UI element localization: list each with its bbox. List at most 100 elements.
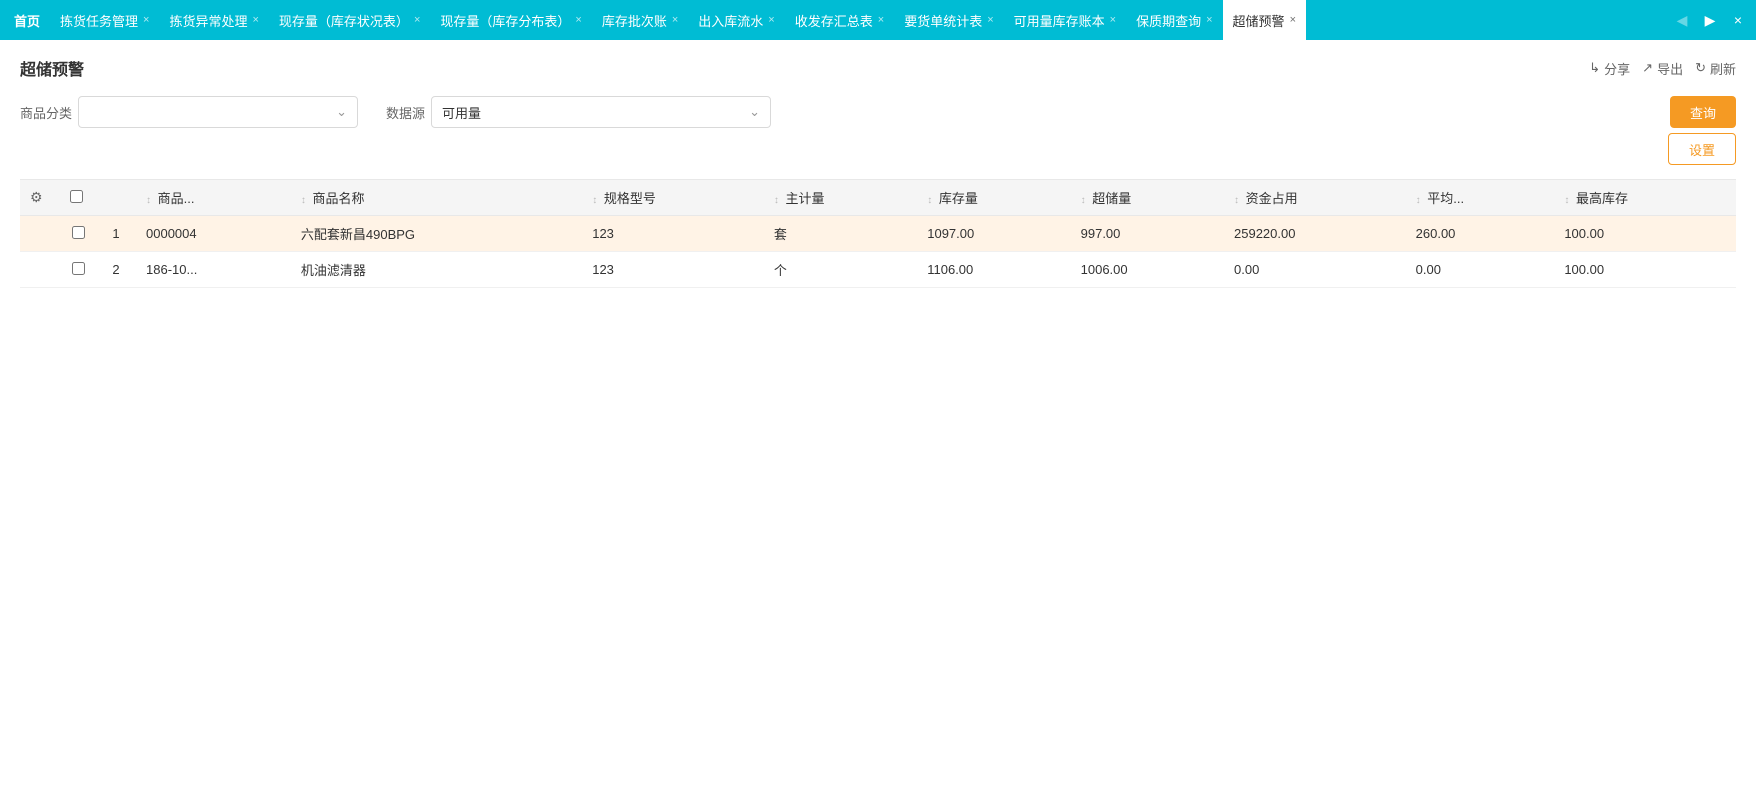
query-button[interactable]: 查询 bbox=[1670, 96, 1736, 128]
data-source-value: 可用量 bbox=[442, 103, 481, 122]
table-header-row: ⚙ ↕ 商品... ↕ 商品名称 ↕ 规格型号 bbox=[20, 180, 1736, 216]
chevron-down-icon: ⌄ bbox=[749, 104, 760, 120]
share-button[interactable]: ↳ 分享 bbox=[1589, 59, 1630, 78]
close-icon[interactable]: × bbox=[672, 14, 678, 26]
nav-tab-inventory-dist[interactable]: 现存量（库存分布表） × bbox=[430, 0, 591, 40]
export-icon: ↗ bbox=[1642, 60, 1653, 76]
export-button[interactable]: ↗ 导出 bbox=[1642, 59, 1683, 78]
row-spec: 123 bbox=[582, 216, 764, 252]
share-icon: ↳ bbox=[1589, 60, 1600, 76]
close-icon[interactable]: × bbox=[987, 14, 993, 26]
sort-icon: ↕ bbox=[146, 195, 151, 206]
row-max-inventory: 100.00 bbox=[1554, 216, 1736, 252]
sort-icon: ↕ bbox=[1416, 195, 1421, 206]
nav-next-button[interactable]: ▶ bbox=[1696, 0, 1724, 40]
nav-tab-available-account[interactable]: 可用量库存账本 × bbox=[1004, 0, 1126, 40]
col-overstock[interactable]: ↕ 超储量 bbox=[1071, 180, 1224, 216]
row-number: 1 bbox=[96, 216, 136, 252]
refresh-button[interactable]: ↻ 刷新 bbox=[1695, 59, 1736, 78]
table-row: 1 0000004 六配套新昌490BPG 123 套 1097.00 997.… bbox=[20, 216, 1736, 252]
select-all-checkbox[interactable] bbox=[70, 190, 83, 203]
sort-icon: ↕ bbox=[301, 195, 306, 206]
close-icon[interactable]: × bbox=[143, 14, 149, 26]
col-inventory[interactable]: ↕ 库存量 bbox=[917, 180, 1070, 216]
data-table: ⚙ ↕ 商品... ↕ 商品名称 ↕ 规格型号 bbox=[20, 179, 1736, 288]
col-capital-usage[interactable]: ↕ 资金占用 bbox=[1224, 180, 1406, 216]
row-checkbox[interactable] bbox=[72, 262, 85, 275]
page-title: 超储预警 bbox=[20, 56, 84, 80]
sort-icon: ↕ bbox=[1081, 195, 1086, 206]
row-capital-usage: 0.00 bbox=[1224, 252, 1406, 288]
nav-tab-collect-summary[interactable]: 收发存汇总表 × bbox=[785, 0, 894, 40]
product-category-label: 商品分类 bbox=[20, 103, 72, 122]
nav-tab-order-stats[interactable]: 要货单统计表 × bbox=[894, 0, 1003, 40]
nav-tab-abnormal[interactable]: 拣货异常处理 × bbox=[159, 0, 268, 40]
nav-tab-quality-check[interactable]: 保质期查询 × bbox=[1126, 0, 1222, 40]
row-product-name: 机油滤清器 bbox=[291, 252, 582, 288]
close-icon[interactable]: × bbox=[768, 14, 774, 26]
nav-tab-inout-flow[interactable]: 出入库流水 × bbox=[688, 0, 784, 40]
close-icon[interactable]: × bbox=[575, 14, 581, 26]
gear-icon[interactable]: ⚙ bbox=[30, 189, 43, 205]
settings-button[interactable]: 设置 bbox=[1668, 133, 1736, 165]
row-gear-cell bbox=[20, 216, 60, 252]
page-content: 超储预警 ↳ 分享 ↗ 导出 ↻ 刷新 商品分类 ⌄ bbox=[0, 40, 1756, 800]
close-icon[interactable]: × bbox=[252, 14, 258, 26]
sort-icon: ↕ bbox=[927, 195, 932, 206]
sort-icon: ↕ bbox=[774, 195, 779, 206]
chevron-down-icon: ⌄ bbox=[336, 104, 347, 120]
nav-tab-inventory-status[interactable]: 现存量（库存状况表） × bbox=[269, 0, 430, 40]
data-source-select[interactable]: 可用量 ⌄ bbox=[431, 96, 771, 128]
refresh-icon: ↻ bbox=[1695, 60, 1706, 76]
table-row: 2 186-10... 机油滤清器 123 个 1106.00 1006.00 … bbox=[20, 252, 1736, 288]
nav-close-button[interactable]: × bbox=[1724, 0, 1752, 40]
row-avg: 0.00 bbox=[1406, 252, 1555, 288]
header-actions: ↳ 分享 ↗ 导出 ↻ 刷新 bbox=[1589, 59, 1736, 78]
sort-icon: ↕ bbox=[592, 195, 597, 206]
col-max-inventory[interactable]: ↕ 最高库存 bbox=[1554, 180, 1736, 216]
close-icon[interactable]: × bbox=[1290, 14, 1296, 26]
nav-tab-task-mgmt[interactable]: 拣货任务管理 × bbox=[50, 0, 159, 40]
row-gear-cell bbox=[20, 252, 60, 288]
row-unit: 套 bbox=[764, 216, 917, 252]
row-capital-usage: 259220.00 bbox=[1224, 216, 1406, 252]
col-avg[interactable]: ↕ 平均... bbox=[1406, 180, 1555, 216]
data-source-label: 数据源 bbox=[386, 103, 425, 122]
row-checkbox[interactable] bbox=[72, 226, 85, 239]
sort-icon: ↕ bbox=[1564, 195, 1569, 206]
row-spec: 123 bbox=[582, 252, 764, 288]
product-category-select[interactable]: ⌄ bbox=[78, 96, 358, 128]
nav-tab-home[interactable]: 首页 bbox=[4, 0, 50, 40]
sort-icon: ↕ bbox=[1234, 195, 1239, 206]
col-row-num bbox=[96, 180, 136, 216]
nav-tab-batch-account[interactable]: 库存批次账 × bbox=[592, 0, 688, 40]
table-body: 1 0000004 六配套新昌490BPG 123 套 1097.00 997.… bbox=[20, 216, 1736, 288]
row-product-name: 六配套新昌490BPG bbox=[291, 216, 582, 252]
nav-prev-button[interactable]: ◀ bbox=[1668, 0, 1696, 40]
row-checkbox-cell bbox=[60, 216, 96, 252]
col-unit[interactable]: ↕ 主计量 bbox=[764, 180, 917, 216]
row-checkbox-cell bbox=[60, 252, 96, 288]
col-product-name[interactable]: ↕ 商品名称 bbox=[291, 180, 582, 216]
close-icon[interactable]: × bbox=[1206, 14, 1212, 26]
close-icon[interactable]: × bbox=[1110, 14, 1116, 26]
row-inventory: 1097.00 bbox=[917, 216, 1070, 252]
row-inventory: 1106.00 bbox=[917, 252, 1070, 288]
close-icon[interactable]: × bbox=[878, 14, 884, 26]
row-max-inventory: 100.00 bbox=[1554, 252, 1736, 288]
nav-tab-overstock-warning[interactable]: 超储预警 × bbox=[1223, 0, 1306, 40]
data-source-filter: 数据源 可用量 ⌄ bbox=[386, 96, 771, 128]
row-unit: 个 bbox=[764, 252, 917, 288]
row-product-code: 0000004 bbox=[136, 216, 291, 252]
gear-header: ⚙ bbox=[20, 180, 60, 216]
col-spec[interactable]: ↕ 规格型号 bbox=[582, 180, 764, 216]
row-product-code: 186-10... bbox=[136, 252, 291, 288]
checkbox-header bbox=[60, 180, 96, 216]
row-overstock: 1006.00 bbox=[1071, 252, 1224, 288]
row-number: 2 bbox=[96, 252, 136, 288]
row-avg: 260.00 bbox=[1406, 216, 1555, 252]
close-icon[interactable]: × bbox=[414, 14, 420, 26]
col-product-code[interactable]: ↕ 商品... bbox=[136, 180, 291, 216]
top-nav: 首页 拣货任务管理 × 拣货异常处理 × 现存量（库存状况表） × 现存量（库存… bbox=[0, 0, 1756, 40]
product-category-filter: 商品分类 ⌄ bbox=[20, 96, 358, 128]
